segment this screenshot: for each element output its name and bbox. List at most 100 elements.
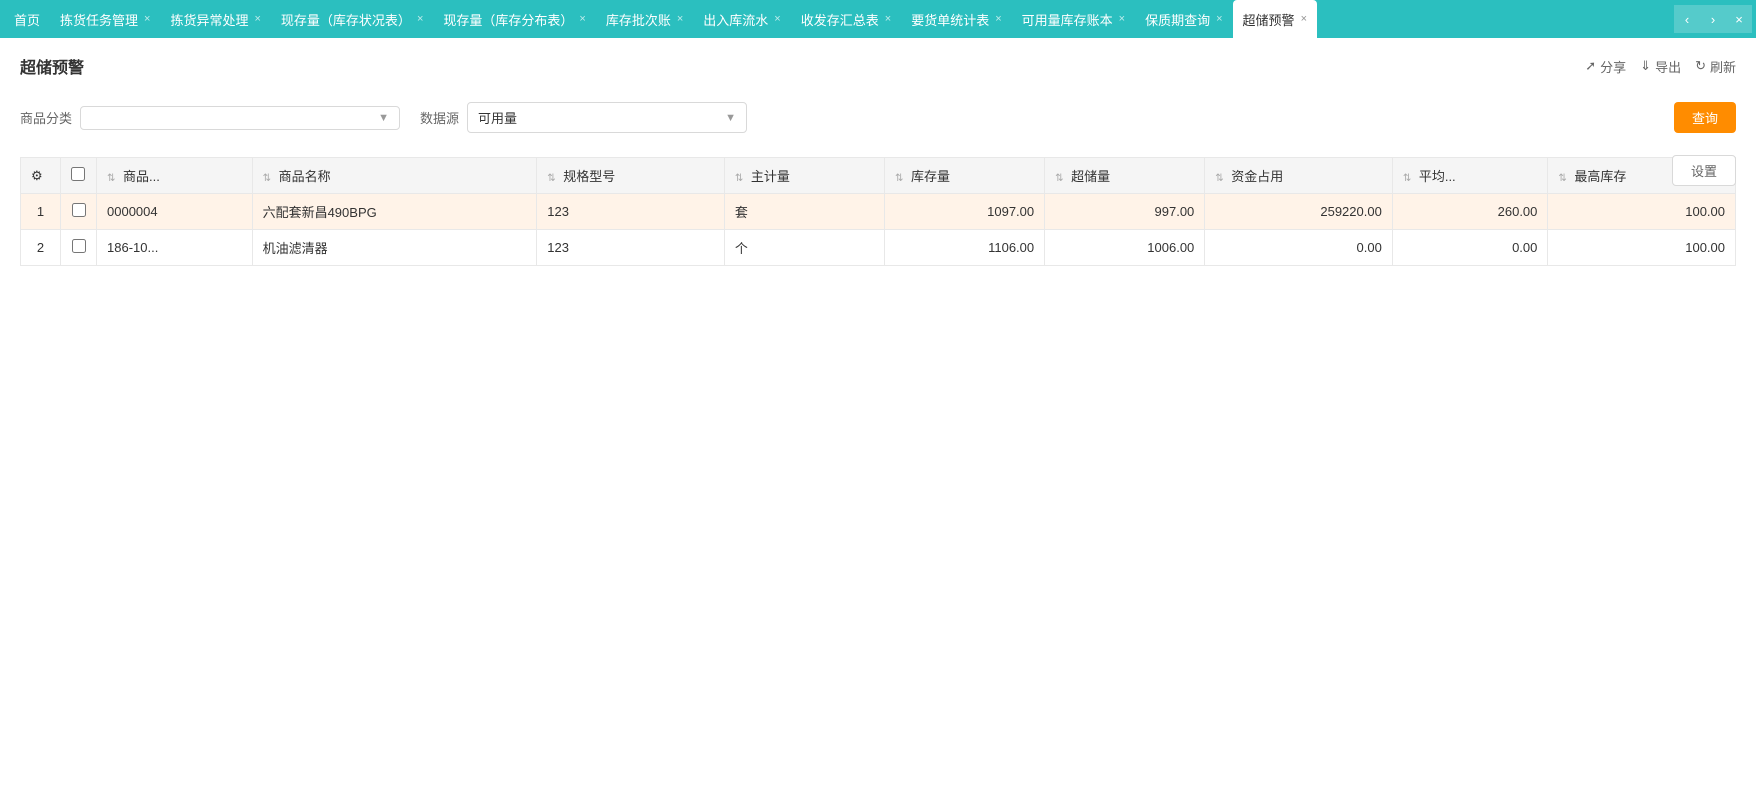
th-capital[interactable]: ⇅ 资金占用 bbox=[1205, 158, 1393, 194]
th-unit[interactable]: ⇅ 主计量 bbox=[724, 158, 884, 194]
export-button[interactable]: ⇓ 导出 bbox=[1640, 57, 1681, 76]
nav-close-button[interactable]: × bbox=[1726, 5, 1752, 33]
th-gear[interactable]: ⚙ bbox=[21, 158, 61, 194]
td-code-0: 0000004 bbox=[97, 194, 253, 230]
th-name[interactable]: ⇅ 商品名称 bbox=[252, 158, 537, 194]
query-button[interactable]: 查询 bbox=[1674, 102, 1736, 133]
filter-actions: 查询 bbox=[1674, 102, 1736, 133]
data-table: ⚙ ⇅ 商品... ⇅ 商品名称 ⇅ 规格型号 ⇅ bbox=[20, 157, 1736, 266]
nav-item-超储预警[interactable]: 超储预警× bbox=[1233, 0, 1317, 38]
nav-item-要货单统计表[interactable]: 要货单统计表× bbox=[901, 0, 1011, 38]
td-num-1: 2 bbox=[21, 230, 61, 266]
gear-icon: ⚙ bbox=[31, 168, 43, 183]
td-code-1: 186-10... bbox=[97, 230, 253, 266]
row-checkbox-1[interactable] bbox=[72, 239, 86, 253]
share-button[interactable]: ➚ 分享 bbox=[1585, 57, 1626, 76]
close-tab-icon[interactable]: × bbox=[1216, 13, 1222, 25]
page-header: 超储预警 ➚ 分享 ⇓ 导出 ↻ 刷新 bbox=[20, 54, 1736, 78]
nav-item-出入库流水[interactable]: 出入库流水× bbox=[693, 0, 790, 38]
category-filter-group: 商品分类 ▼ bbox=[20, 106, 400, 130]
close-tab-icon[interactable]: × bbox=[1301, 13, 1307, 25]
refresh-button[interactable]: ↻ 刷新 bbox=[1695, 57, 1736, 76]
close-tab-icon[interactable]: × bbox=[579, 13, 585, 25]
td-checkbox-1[interactable] bbox=[61, 230, 97, 266]
nav-item-库存批次账[interactable]: 库存批次账× bbox=[596, 0, 693, 38]
page-title: 超储预警 bbox=[20, 54, 84, 78]
nav-item-保质期查询[interactable]: 保质期查询× bbox=[1135, 0, 1232, 38]
select-all-checkbox[interactable] bbox=[71, 167, 85, 181]
sort-icon-avg: ⇅ bbox=[1403, 173, 1411, 184]
td-overstock-1: 1006.00 bbox=[1045, 230, 1205, 266]
td-stock-1: 1106.00 bbox=[884, 230, 1044, 266]
row-checkbox-0[interactable] bbox=[72, 203, 86, 217]
settings-button[interactable]: 设置 bbox=[1672, 155, 1736, 186]
th-select-all[interactable] bbox=[61, 158, 97, 194]
close-tab-icon[interactable]: × bbox=[677, 13, 683, 25]
category-select[interactable]: ▼ bbox=[80, 106, 400, 130]
td-unit-0: 套 bbox=[724, 194, 884, 230]
sort-icon-unit: ⇅ bbox=[735, 173, 743, 184]
td-checkbox-0[interactable] bbox=[61, 194, 97, 230]
td-capital-0: 259220.00 bbox=[1205, 194, 1393, 230]
sort-icon-max: ⇅ bbox=[1558, 173, 1566, 184]
sort-icon-spec: ⇅ bbox=[547, 173, 555, 184]
sort-icon-name: ⇅ bbox=[263, 173, 271, 184]
datasource-filter-group: 数据源 可用量 ▼ bbox=[420, 102, 747, 133]
td-maxstock-0: 100.00 bbox=[1548, 194, 1736, 230]
page-content: 超储预警 ➚ 分享 ⇓ 导出 ↻ 刷新 商品分类 ▼ 数据源 bbox=[0, 38, 1756, 282]
sort-icon-stock: ⇅ bbox=[895, 173, 903, 184]
close-tab-icon[interactable]: × bbox=[144, 13, 150, 25]
td-stock-0: 1097.00 bbox=[884, 194, 1044, 230]
th-stock[interactable]: ⇅ 库存量 bbox=[884, 158, 1044, 194]
sort-icon-capital: ⇅ bbox=[1215, 173, 1223, 184]
datasource-select[interactable]: 可用量 ▼ bbox=[467, 102, 747, 133]
datasource-label: 数据源 bbox=[420, 108, 459, 127]
category-dropdown-icon: ▼ bbox=[378, 112, 389, 124]
td-name-0: 六配套新昌490BPG bbox=[252, 194, 537, 230]
th-spec[interactable]: ⇅ 规格型号 bbox=[537, 158, 725, 194]
table-header-row: ⚙ ⇅ 商品... ⇅ 商品名称 ⇅ 规格型号 ⇅ bbox=[21, 158, 1736, 194]
table-row: 2 186-10... 机油滤清器 123 个 1106.00 1006.00 … bbox=[21, 230, 1736, 266]
nav-item-可用量库存账本[interactable]: 可用量库存账本× bbox=[1012, 0, 1135, 38]
nav-item-现存量库存状况表[interactable]: 现存量（库存状况表）× bbox=[271, 0, 433, 38]
close-tab-icon[interactable]: × bbox=[417, 13, 423, 25]
th-avg[interactable]: ⇅ 平均... bbox=[1392, 158, 1548, 194]
category-label: 商品分类 bbox=[20, 108, 72, 127]
td-capital-1: 0.00 bbox=[1205, 230, 1393, 266]
td-spec-0: 123 bbox=[537, 194, 725, 230]
filter-bar: 商品分类 ▼ 数据源 可用量 ▼ 查询 设置 bbox=[20, 92, 1736, 143]
close-tab-icon[interactable]: × bbox=[995, 13, 1001, 25]
th-code[interactable]: ⇅ 商品... bbox=[97, 158, 253, 194]
top-nav: 首页拣货任务管理×拣货异常处理×现存量（库存状况表）×现存量（库存分布表）×库存… bbox=[0, 0, 1756, 38]
close-tab-icon[interactable]: × bbox=[254, 13, 260, 25]
nav-item-拣货任务管理[interactable]: 拣货任务管理× bbox=[50, 0, 160, 38]
table-row: 1 0000004 六配套新昌490BPG 123 套 1097.00 997.… bbox=[21, 194, 1736, 230]
close-tab-icon[interactable]: × bbox=[1119, 13, 1125, 25]
td-avg-0: 260.00 bbox=[1392, 194, 1548, 230]
nav-item-拣货异常处理[interactable]: 拣货异常处理× bbox=[160, 0, 270, 38]
td-unit-1: 个 bbox=[724, 230, 884, 266]
td-overstock-0: 997.00 bbox=[1045, 194, 1205, 230]
close-tab-icon[interactable]: × bbox=[885, 13, 891, 25]
td-name-1: 机油滤清器 bbox=[252, 230, 537, 266]
td-maxstock-1: 100.00 bbox=[1548, 230, 1736, 266]
sort-icon-code: ⇅ bbox=[107, 173, 115, 184]
nav-item-首页[interactable]: 首页 bbox=[4, 0, 50, 38]
export-icon: ⇓ bbox=[1640, 58, 1651, 74]
table-body: 1 0000004 六配套新昌490BPG 123 套 1097.00 997.… bbox=[21, 194, 1736, 266]
td-spec-1: 123 bbox=[537, 230, 725, 266]
nav-prev-button[interactable]: ‹ bbox=[1674, 5, 1700, 33]
td-avg-1: 0.00 bbox=[1392, 230, 1548, 266]
datasource-select-text: 可用量 bbox=[478, 108, 517, 127]
sort-icon-overstock: ⇅ bbox=[1055, 173, 1063, 184]
refresh-icon: ↻ bbox=[1695, 58, 1706, 74]
td-num-0: 1 bbox=[21, 194, 61, 230]
datasource-dropdown-icon: ▼ bbox=[725, 112, 736, 124]
nav-arrows: ‹ › × bbox=[1674, 5, 1752, 33]
th-overstock[interactable]: ⇅ 超储量 bbox=[1045, 158, 1205, 194]
close-tab-icon[interactable]: × bbox=[774, 13, 780, 25]
share-icon: ➚ bbox=[1585, 58, 1596, 74]
nav-next-button[interactable]: › bbox=[1700, 5, 1726, 33]
nav-item-收发存汇总表[interactable]: 收发存汇总表× bbox=[791, 0, 901, 38]
nav-item-现存量库存分布表[interactable]: 现存量（库存分布表）× bbox=[433, 0, 595, 38]
